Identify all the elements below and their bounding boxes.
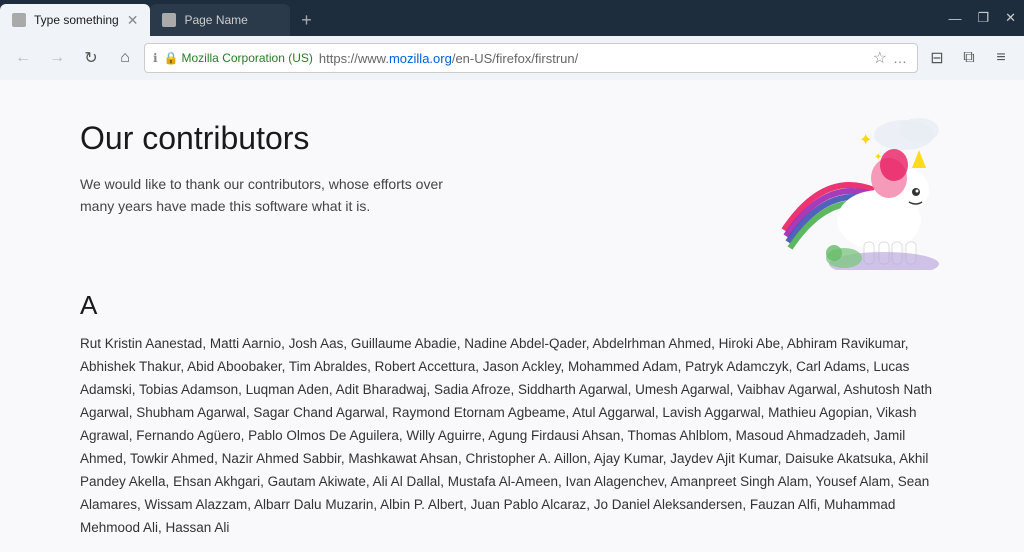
secure-label: 🔒 Mozilla Corporation (US) (164, 51, 313, 65)
page-title: Our contributors (80, 120, 744, 157)
page-icon (12, 13, 26, 27)
bookmark-star-icon[interactable]: ☆ (873, 48, 887, 68)
url-text: https://www.mozilla.org/en-US/firefox/fi… (319, 51, 867, 66)
unicorn-illustration: ✦ ✦ (764, 110, 944, 270)
contributors-description: We would like to thank our contributors,… (80, 173, 460, 218)
nav-bar: ← → ↻ ⌂ ℹ 🔒 Mozilla Corporation (US) htt… (0, 36, 1024, 80)
page-content: Our contributors We would like to thank … (0, 80, 1024, 552)
address-more-icon[interactable]: … (893, 50, 909, 66)
url-domain: mozilla.org (389, 51, 452, 66)
inactive-tab[interactable]: Page Name (150, 4, 290, 36)
window-controls: — ❐ ✕ (948, 4, 1024, 36)
active-tab[interactable]: Type something ✕ (0, 4, 150, 36)
lock-icon: ℹ (153, 51, 158, 65)
inactive-tab-label: Page Name (184, 13, 278, 27)
toolbar-buttons: ⊟ ⧉ ≡ (922, 43, 1016, 73)
maximize-button[interactable]: ❐ (977, 10, 989, 26)
contributors-list: Rut Kristin Aanestad, Matti Aarnio, Josh… (80, 333, 944, 539)
contributors-header: Our contributors We would like to thank … (80, 120, 944, 270)
contributors-text-block: Our contributors We would like to thank … (80, 120, 744, 218)
close-button[interactable]: ✕ (1005, 10, 1016, 26)
section-letter-a: A (80, 290, 944, 321)
svg-text:✦: ✦ (859, 132, 872, 149)
back-button[interactable]: ← (8, 43, 38, 73)
refresh-button[interactable]: ↻ (76, 43, 106, 73)
home-button[interactable]: ⌂ (110, 43, 140, 73)
bookmarks-button[interactable]: ⊟ (922, 43, 952, 73)
page-icon-2 (162, 13, 176, 27)
address-bar[interactable]: ℹ 🔒 Mozilla Corporation (US) https://www… (144, 43, 918, 73)
active-tab-label: Type something (34, 13, 119, 27)
minimize-button[interactable]: — (948, 11, 961, 26)
menu-button[interactable]: ≡ (986, 43, 1016, 73)
forward-button[interactable]: → (42, 43, 72, 73)
tab-close-button[interactable]: ✕ (127, 12, 139, 29)
new-tab-button[interactable]: + (290, 4, 322, 36)
tab-view-button[interactable]: ⧉ (954, 43, 984, 73)
title-bar: Type something ✕ Page Name + — ❐ ✕ (0, 0, 1024, 36)
